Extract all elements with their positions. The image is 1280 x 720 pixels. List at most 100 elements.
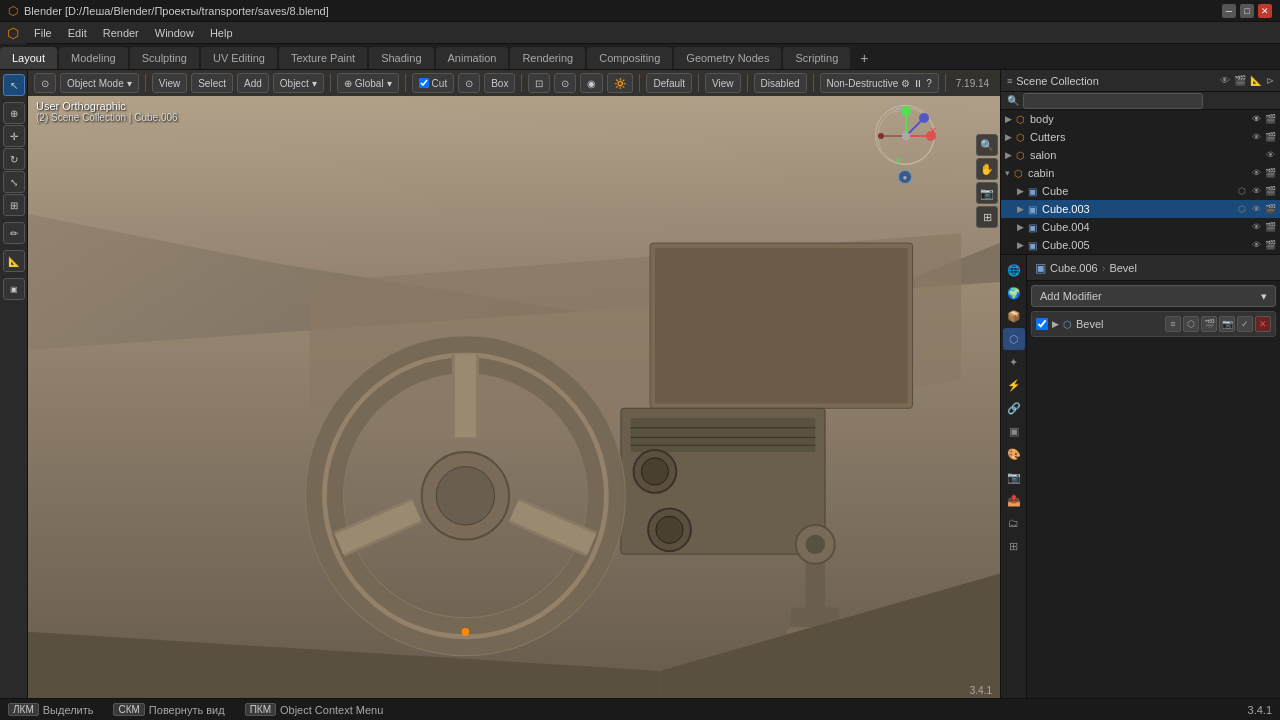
minimize-button[interactable]: ─	[1222, 4, 1236, 18]
proportional-editing[interactable]: ⊙	[458, 73, 480, 93]
cabin-camera-icon[interactable]: 🎬	[1264, 168, 1276, 178]
snap-toggle[interactable]: Box	[484, 73, 515, 93]
prop-icon-material[interactable]: 🎨	[1003, 443, 1025, 465]
mode-selector[interactable]: Object Mode ▾	[60, 73, 139, 93]
prop-icon-object[interactable]: 📦	[1003, 305, 1025, 327]
body-camera-icon[interactable]: 🎬	[1264, 114, 1276, 124]
tab-geometry-nodes[interactable]: Geometry Nodes	[674, 47, 781, 69]
viewport-gizmo[interactable]: X Y Z ●	[870, 100, 940, 170]
prop-icon-scene2[interactable]: ⊞	[1003, 535, 1025, 557]
menu-help[interactable]: Help	[202, 22, 241, 44]
cube003-mod-icon[interactable]: ⬡	[1236, 204, 1248, 214]
menu-file[interactable]: File	[26, 22, 60, 44]
tab-compositing[interactable]: Compositing	[587, 47, 672, 69]
cutters-eye-icon[interactable]: 👁	[1250, 132, 1262, 142]
outliner-item-cutters[interactable]: ▶ ⬡ Cutters 👁 🎬	[1001, 128, 1280, 146]
viewport[interactable]: ⊙ Object Mode ▾ View Select Add Object ▾…	[28, 70, 1000, 698]
camera-view[interactable]: 📷	[976, 182, 998, 204]
prop-icon-physics[interactable]: ⚡	[1003, 374, 1025, 396]
close-button[interactable]: ✕	[1258, 4, 1272, 18]
prop-icon-view-layer[interactable]: 🗂	[1003, 512, 1025, 534]
gizmo-zoom-dot[interactable]: ●	[898, 170, 912, 184]
prop-icon-output[interactable]: 📤	[1003, 489, 1025, 511]
outliner-item-cube[interactable]: ▶ ▣ Cube ⬡ 👁 🎬	[1001, 182, 1280, 200]
viewport-shading-render[interactable]: 🔆	[607, 73, 633, 93]
outliner-filter-icon[interactable]: ⊳	[1266, 75, 1274, 86]
tool-rotate[interactable]: ↻	[3, 148, 25, 170]
cube004-cam-icon[interactable]: 🎬	[1264, 222, 1276, 232]
tool-select[interactable]: ↖	[3, 74, 25, 96]
cube003-eye-icon[interactable]: 👁	[1250, 204, 1262, 214]
tool-move[interactable]: ✛	[3, 125, 25, 147]
tab-add-button[interactable]: +	[852, 47, 876, 69]
prop-icon-data[interactable]: ▣	[1003, 420, 1025, 442]
cube005-cam-icon[interactable]: 🎬	[1264, 240, 1276, 250]
cabin-eye-icon[interactable]: 👁	[1250, 168, 1262, 178]
outliner-menu-icon[interactable]: ≡	[1007, 76, 1012, 86]
cube-cam-icon[interactable]: 🎬	[1264, 186, 1276, 196]
tool-scale[interactable]: ⤡	[3, 171, 25, 193]
prop-icon-scene[interactable]: 🌐	[1003, 259, 1025, 281]
add-modifier-button[interactable]: Add Modifier ▾	[1031, 285, 1276, 307]
outliner-item-cube003[interactable]: ▶ ▣ Cube.003 ⬡ 👁 🎬	[1001, 200, 1280, 218]
tool-object[interactable]: ▣	[3, 278, 25, 300]
body-eye-icon[interactable]: 👁	[1250, 114, 1262, 124]
modifier-bevel-checkbox[interactable]	[1036, 318, 1048, 330]
view-menu[interactable]: View	[152, 73, 188, 93]
cut-checkbox[interactable]: Cut	[412, 73, 455, 93]
render-region[interactable]: ⊞	[976, 206, 998, 228]
modifier-bevel-real-time[interactable]: ≡	[1165, 316, 1181, 332]
tab-texture-paint[interactable]: Texture Paint	[279, 47, 367, 69]
outliner-item-body[interactable]: ▶ ⬡ body 👁 🎬	[1001, 110, 1280, 128]
prop-icon-constraints[interactable]: 🔗	[1003, 397, 1025, 419]
prop-icon-render[interactable]: 📷	[1003, 466, 1025, 488]
modifier-bevel-edit-mode[interactable]: ⬡	[1183, 316, 1199, 332]
tab-sculpting[interactable]: Sculpting	[130, 47, 199, 69]
zoom-magnify[interactable]: 🔍	[976, 134, 998, 156]
cutters-camera-icon[interactable]: 🎬	[1264, 132, 1276, 142]
select-menu[interactable]: Select	[191, 73, 233, 93]
disabled-btn[interactable]: Disabled	[754, 73, 807, 93]
blender-logo[interactable]: ⬡	[0, 22, 26, 44]
view-type-btn[interactable]: View	[705, 73, 741, 93]
menu-render[interactable]: Render	[95, 22, 147, 44]
cube-eye-icon[interactable]: 👁	[1250, 186, 1262, 196]
non-destructive-btn[interactable]: Non-Destructive ⚙ ⏸ ?	[820, 73, 939, 93]
modifier-bevel-check[interactable]: ✓	[1237, 316, 1253, 332]
salon-eye-icon[interactable]: 👁	[1264, 150, 1276, 160]
maximize-button[interactable]: □	[1240, 4, 1254, 18]
add-menu[interactable]: Add	[237, 73, 269, 93]
menu-edit[interactable]: Edit	[60, 22, 95, 44]
outliner-item-cube005[interactable]: ▶ ▣ Cube.005 👁 🎬	[1001, 236, 1280, 254]
title-bar-controls[interactable]: ─ □ ✕	[1222, 4, 1272, 18]
transform-orientation[interactable]: ⊕ Global ▾	[337, 73, 399, 93]
prop-icon-world[interactable]: 🌍	[1003, 282, 1025, 304]
modifier-bevel-camera[interactable]: 📷	[1219, 316, 1235, 332]
cube003-cam-icon[interactable]: 🎬	[1264, 204, 1276, 214]
modifier-bevel-header[interactable]: ▶ ⬡ Bevel ≡ ⬡ 🎬 📷 ✓ ✕	[1032, 312, 1275, 336]
tool-annotate[interactable]: ✏	[3, 222, 25, 244]
tool-cursor[interactable]: ⊕	[3, 102, 25, 124]
tab-uv-editing[interactable]: UV Editing	[201, 47, 277, 69]
cube004-eye-icon[interactable]: 👁	[1250, 222, 1262, 232]
cube-mod-icon[interactable]: ⬡	[1236, 186, 1248, 196]
tab-rendering[interactable]: Rendering	[510, 47, 585, 69]
outliner-item-cube004[interactable]: ▶ ▣ Cube.004 👁 🎬	[1001, 218, 1280, 236]
tab-shading[interactable]: Shading	[369, 47, 433, 69]
tab-animation[interactable]: Animation	[436, 47, 509, 69]
viewport-shading-material[interactable]: ◉	[580, 73, 603, 93]
prop-icon-particles[interactable]: ✦	[1003, 351, 1025, 373]
viewport-shading-solid[interactable]: ⊙	[554, 73, 576, 93]
modifier-bevel-render[interactable]: 🎬	[1201, 316, 1217, 332]
default-view[interactable]: Default	[646, 73, 692, 93]
modifier-bevel-delete[interactable]: ✕	[1255, 316, 1271, 332]
prop-icon-modifiers[interactable]: ⬡	[1003, 328, 1025, 350]
tool-measure[interactable]: 📐	[3, 250, 25, 272]
menu-window[interactable]: Window	[147, 22, 202, 44]
outliner-item-salon[interactable]: ▶ ⬡ salon 👁	[1001, 146, 1280, 164]
tab-modeling[interactable]: Modeling	[59, 47, 128, 69]
outliner-search-input[interactable]	[1023, 93, 1203, 109]
viewport-shading-wire[interactable]: ⊡	[528, 73, 550, 93]
pan-hand[interactable]: ✋	[976, 158, 998, 180]
tab-layout[interactable]: Layout	[0, 47, 57, 69]
